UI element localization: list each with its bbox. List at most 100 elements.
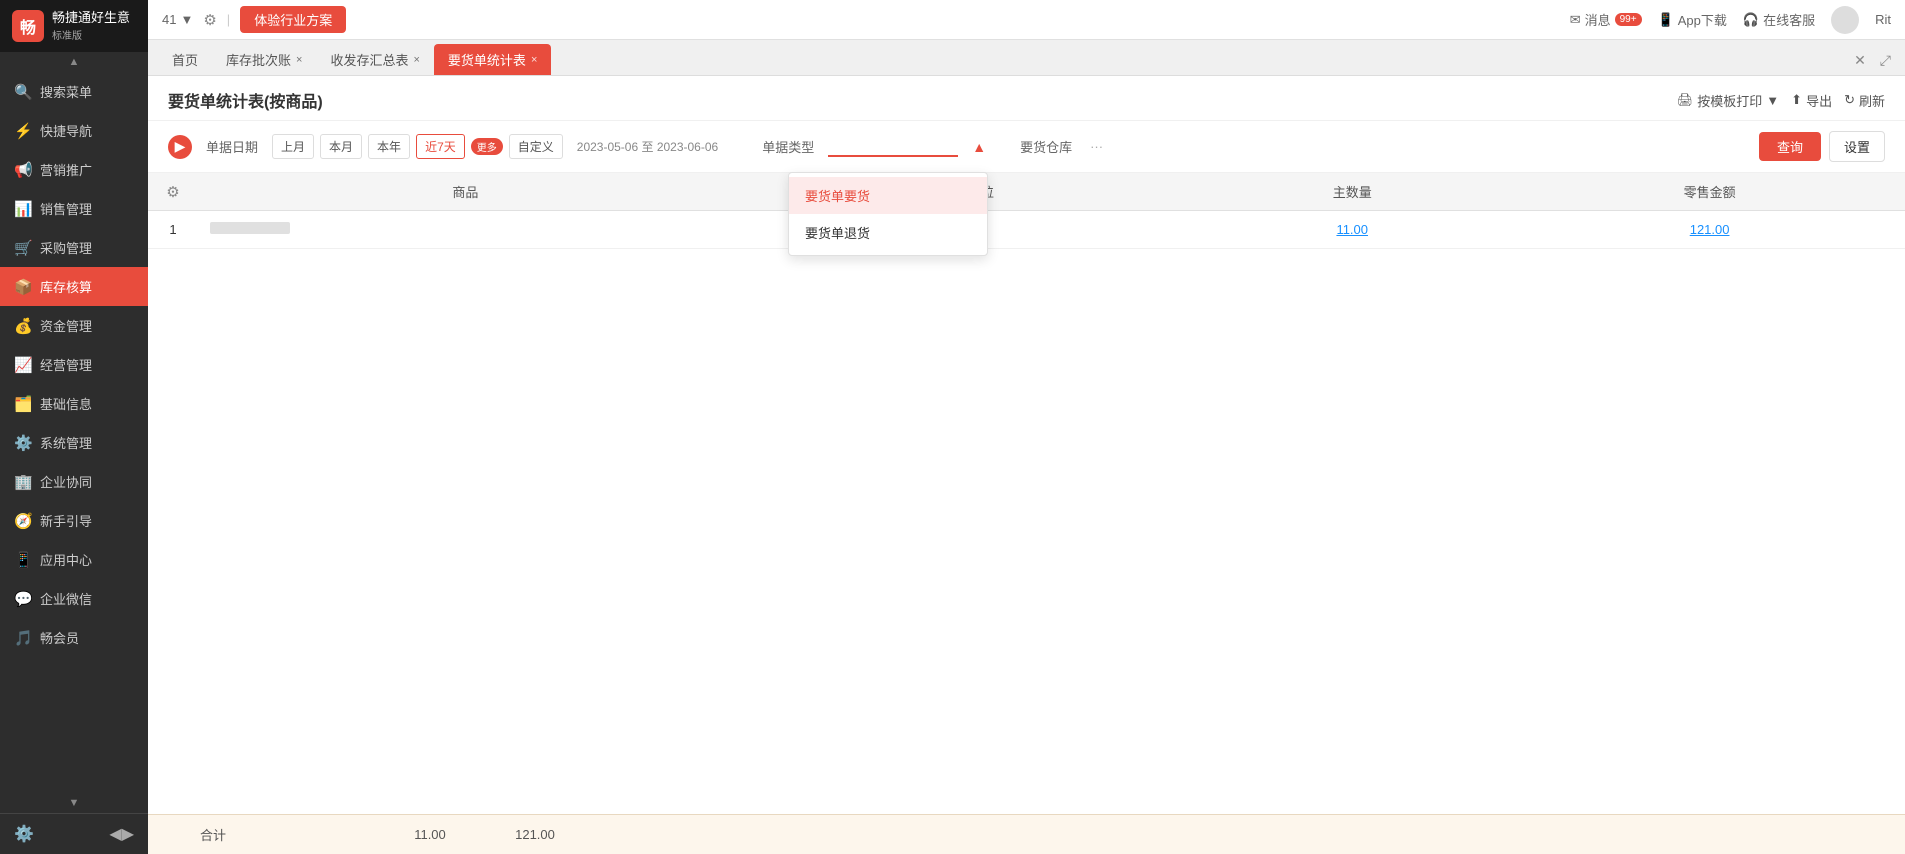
export-label: 导出 [1806, 91, 1832, 110]
trial-btn[interactable]: 体验行业方案 [240, 6, 346, 33]
sidebar-item-basic[interactable]: 🗂️基础信息 [0, 384, 148, 423]
sidebar-label-guide: 新手引导 [40, 511, 92, 530]
dropdown-item-order-goods[interactable]: 要货单要货 [789, 177, 987, 214]
this-month-btn[interactable]: 本月 [320, 134, 362, 159]
prev-month-btn[interactable]: 上月 [272, 134, 314, 159]
sidebar-icon-marketing: 📢 [14, 161, 32, 179]
column-settings-icon[interactable]: ⚙ [166, 184, 179, 201]
sidebar-item-finance[interactable]: 💰 资金管理 [0, 306, 148, 345]
print-btn[interactable]: 🖨 按模板打印 ▼ [1677, 91, 1779, 110]
sidebar-item-inventory[interactable]: 📦库存核算 [0, 267, 148, 306]
sidebar-scroll-down[interactable]: ▼ [0, 793, 148, 813]
content-area: 要货单统计表(按商品) 🖨 按模板打印 ▼ ⬆ 导出 ↻ 刷新 ▶ [148, 76, 1905, 854]
sidebar-header: 畅 畅捷通好生意 标准版 [0, 0, 148, 52]
sidebar-label-finance: 资金管理 [40, 316, 92, 335]
refresh-label: 刷新 [1859, 91, 1885, 110]
more-tag[interactable]: 更多 [471, 138, 503, 155]
tabs-right-controls: ✕ ⤢ [1850, 50, 1895, 75]
sidebar-collapse-icon[interactable]: ◀▶ [109, 824, 134, 844]
sidebar-settings-icon[interactable]: ⚙️ [14, 824, 34, 844]
sidebar-item-quick-nav[interactable]: ⚡快捷导航 [0, 111, 148, 150]
app-download-btn[interactable]: 📱 App下载 [1658, 10, 1727, 29]
sidebar: 畅 畅捷通好生意 标准版 ▲ 🔍搜索菜单⚡快捷导航📢营销推广📊销售管理🛒采购管理… [0, 0, 148, 854]
col-settings-icon[interactable]: ⚙ [148, 173, 198, 211]
sidebar-icon-purchase: 🛒 [14, 239, 32, 257]
filter-actions: 查询 设置 [1759, 131, 1885, 162]
sidebar-item-appstore[interactable]: 📱 应用中心 [0, 540, 148, 579]
tab-inventory-batch-label: 库存批次账 [226, 50, 291, 69]
tab-close-all[interactable]: ✕ [1850, 50, 1870, 71]
message-icon: ✉ [1570, 12, 1581, 28]
sidebar-item-enterprise[interactable]: 🏢企业协同 [0, 462, 148, 501]
warehouse-filter-dots[interactable]: ··· [1090, 139, 1103, 154]
message-badge: 99+ [1615, 13, 1642, 26]
sidebar-item-marketing[interactable]: 📢营销推广 [0, 150, 148, 189]
type-filter-label: 单据类型 [762, 137, 814, 156]
sidebar-item-search[interactable]: 🔍搜索菜单 [0, 72, 148, 111]
sidebar-item-system[interactable]: ⚙️系统管理 [0, 423, 148, 462]
date-filter-btns: 上月 本月 本年 近7天 更多 自定义 [272, 134, 563, 159]
topbar-separator: | [227, 12, 230, 27]
sidebar-nav: 🔍搜索菜单⚡快捷导航📢营销推广📊销售管理🛒采购管理📦库存核算 💰 资金管理 📈经营管理… [0, 72, 148, 793]
company-num: 41 [162, 12, 176, 27]
col-amount: 零售金额 [1514, 173, 1905, 211]
tab-home[interactable]: 首页 [158, 44, 212, 75]
app-logo: 畅 [12, 10, 44, 42]
tab-order-summary-close[interactable]: × [531, 54, 537, 66]
support-label: 在线客服 [1763, 10, 1815, 29]
settings-icon[interactable]: ⚙ [203, 11, 216, 29]
custom-btn[interactable]: 自定义 [509, 134, 563, 159]
sidebar-icon-finance: 💰 [14, 317, 32, 335]
query-btn[interactable]: 查询 [1759, 132, 1821, 161]
refresh-btn[interactable]: ↻ 刷新 [1844, 91, 1885, 110]
col-qty: 主数量 [1190, 173, 1514, 211]
phone-icon: 📱 [1658, 12, 1674, 28]
table-footer: 合计 11.00 121.00 [148, 814, 1905, 854]
sidebar-icon-system: ⚙️ [14, 434, 32, 452]
tab-receivable-label: 收发存汇总表 [330, 50, 408, 69]
sidebar-icon-enterprise: 🏢 [14, 473, 32, 491]
company-dropdown-icon: ▼ [180, 12, 193, 27]
tab-order-summary[interactable]: 要货单统计表 × [434, 44, 551, 75]
sidebar-icon-guide: 🧭 [14, 512, 32, 530]
sidebar-item-purchase[interactable]: 🛒采购管理 [0, 228, 148, 267]
total-label-text: 合计 [200, 828, 226, 843]
tab-receivable-close[interactable]: × [413, 54, 419, 66]
type-filter-input[interactable] [828, 136, 958, 157]
sidebar-label-appstore: 应用中心 [40, 550, 92, 569]
type-filter-arrow[interactable]: ▲ [972, 139, 986, 155]
filter-bar: ▶ 单据日期 上月 本月 本年 近7天 更多 自定义 2023-05-06 至 … [148, 121, 1905, 173]
tab-order-summary-label: 要货单统计表 [448, 50, 526, 69]
topbar: 41 ▼ ⚙ | 体验行业方案 ✉ 消息 99+ 📱 App下载 🎧 在线客服 … [148, 0, 1905, 40]
company-selector[interactable]: 41 ▼ [162, 12, 193, 27]
tab-receivable[interactable]: 收发存汇总表 × [316, 44, 433, 75]
tab-restore[interactable]: ⤢ [1876, 50, 1895, 71]
qty-link[interactable]: 11.00 [1336, 222, 1368, 237]
sidebar-item-operation[interactable]: 📈经营管理 [0, 345, 148, 384]
tab-inventory-batch-close[interactable]: × [296, 54, 302, 66]
avatar[interactable] [1831, 6, 1859, 34]
sidebar-icon-operation: 📈 [14, 356, 32, 374]
export-btn[interactable]: ⬆ 导出 [1791, 91, 1832, 110]
this-year-btn[interactable]: 本年 [368, 134, 410, 159]
date-range-display: 2023-05-06 至 2023-06-06 [577, 138, 718, 155]
support-btn[interactable]: 🎧 在线客服 [1743, 10, 1815, 29]
dropdown-item-order-return[interactable]: 要货单退货 [789, 214, 987, 251]
sidebar-scroll-up[interactable]: ▲ [0, 52, 148, 72]
sidebar-item-guide[interactable]: 🧭 新手引导 [0, 501, 148, 540]
sidebar-icon-appstore: 📱 [14, 551, 32, 569]
tab-inventory-batch[interactable]: 库存批次账 × [212, 44, 316, 75]
last-7-btn[interactable]: 近7天 [416, 134, 465, 159]
amount-link[interactable]: 121.00 [1690, 222, 1730, 237]
sidebar-item-sales[interactable]: 📊销售管理 [0, 189, 148, 228]
sidebar-label-sales: 销售管理 [40, 199, 92, 218]
sidebar-icon-basic: 🗂️ [14, 395, 32, 413]
user-name: Rit [1875, 12, 1891, 27]
setting-btn[interactable]: 设置 [1829, 131, 1885, 162]
filter-expand-btn[interactable]: ▶ [168, 135, 192, 159]
messages-btn[interactable]: ✉ 消息 99+ [1570, 10, 1642, 29]
sidebar-label-inventory: 库存核算 [40, 277, 92, 296]
warehouse-filter-label: 要货仓库 [1020, 137, 1072, 156]
sidebar-item-member[interactable]: 🎵畅会员 [0, 618, 148, 657]
sidebar-item-wechat[interactable]: 💬企业微信 [0, 579, 148, 618]
